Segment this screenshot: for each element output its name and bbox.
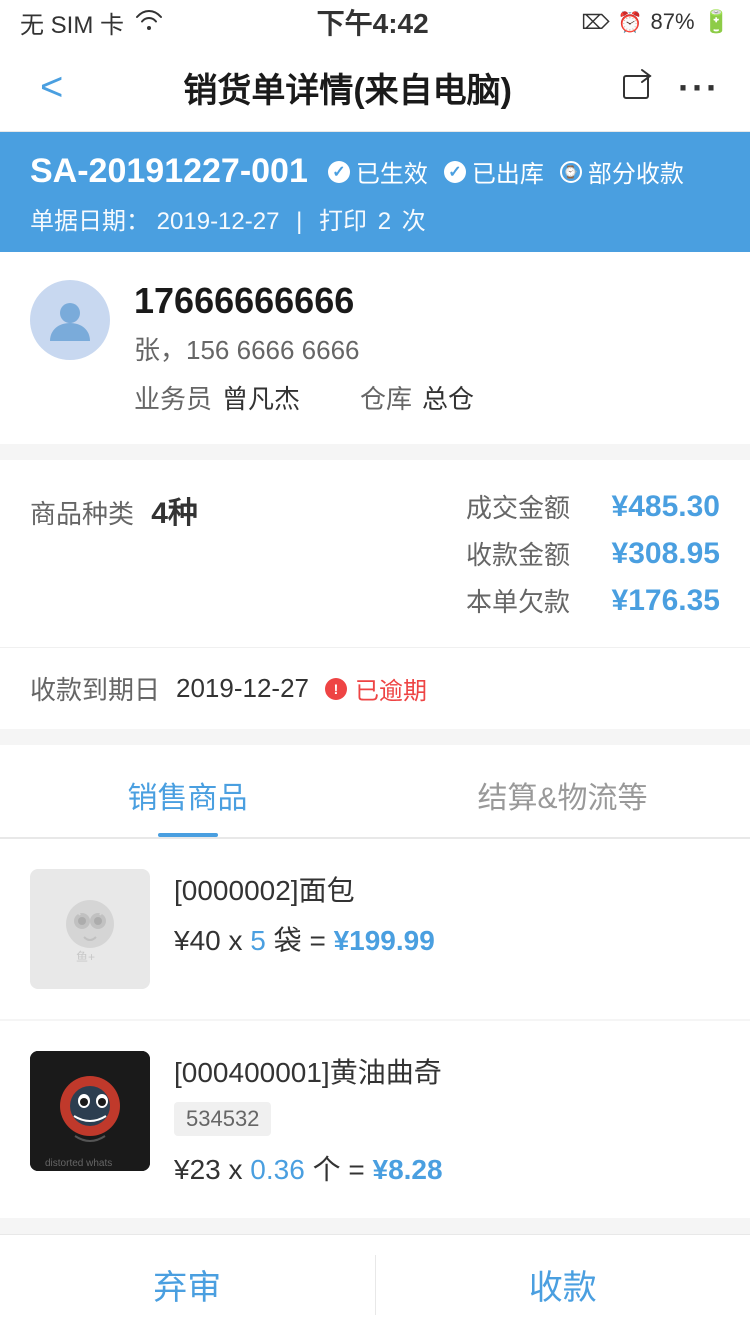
badge-shipped: 已出库 xyxy=(444,154,544,189)
product-thumbnail-2: distorted whats xyxy=(30,1051,150,1171)
svg-text:鱼+: 鱼+ xyxy=(76,950,95,964)
stats-category: 商品种类 4种 xyxy=(30,488,198,532)
list-item: distorted whats [000400001]黄油曲奇 534532 ¥… xyxy=(0,1021,750,1218)
receipt-amount: ¥308.95 xyxy=(590,537,720,571)
clock-icon: ⌚ xyxy=(560,161,582,183)
status-badges: 已生效 已出库 ⌚ 部分收款 xyxy=(328,154,684,189)
more-button[interactable]: ··· xyxy=(678,67,720,109)
back-button[interactable]: < xyxy=(30,65,73,110)
product-info-1: [0000002]面包 ¥40 x 5 袋 = ¥199.99 xyxy=(174,869,720,959)
battery-icon: 🔋 xyxy=(703,9,730,35)
receipt-amount-row: 收款金额 ¥308.95 xyxy=(466,535,720,572)
status-left: 无 SIM 卡 xyxy=(20,5,164,40)
product-thumbnail-1: 鱼+ xyxy=(30,869,150,989)
location-icon: ⌦ xyxy=(581,10,609,35)
sales-name: 曾凡杰 xyxy=(222,379,300,416)
battery-label: 87% xyxy=(651,9,695,35)
debt-amount: ¥176.35 xyxy=(590,584,720,618)
check-icon-2 xyxy=(444,161,466,183)
bottom-bar: 弃审 收款 xyxy=(0,1234,750,1334)
product-info-2: [000400001]黄油曲奇 534532 ¥23 x 0.36 个 = ¥8… xyxy=(174,1051,720,1188)
carrier-label: 无 SIM 卡 xyxy=(20,5,124,40)
product-name-2: [000400001]黄油曲奇 xyxy=(174,1051,720,1091)
customer-info: 17666666666 张，156 6666 6666 业务员 曾凡杰 仓库 总… xyxy=(134,280,720,416)
sales-person: 业务员 曾凡杰 xyxy=(134,379,300,416)
product-qty-2: 0.36 xyxy=(250,1154,305,1185)
svg-text:distorted whats: distorted whats xyxy=(45,1158,112,1169)
stats-amounts: 成交金额 ¥485.30 收款金额 ¥308.95 本单欠款 ¥176.35 xyxy=(466,488,720,619)
confirm-button[interactable]: 收款 xyxy=(376,1235,750,1334)
overdue-badge: ! 已逾期 xyxy=(325,671,427,706)
due-date-section: 收款到期日 2019-12-27 ! 已逾期 xyxy=(0,647,750,729)
nav-bar: < 销货单详情(来自电脑) ··· xyxy=(0,44,750,132)
tabs-container: 销售商品 结算&物流等 xyxy=(0,745,750,839)
product-sku-2: 534532 xyxy=(174,1102,271,1136)
debt-amount-row: 本单欠款 ¥176.35 xyxy=(466,582,720,619)
overdue-icon: ! xyxy=(325,678,347,700)
product-total-2: ¥8.28 xyxy=(373,1154,443,1185)
tab-products[interactable]: 销售商品 xyxy=(0,745,375,837)
wifi-icon xyxy=(134,8,164,37)
cancel-button[interactable]: 弃审 xyxy=(0,1235,375,1334)
product-price-2: ¥23 x 0.36 个 = ¥8.28 xyxy=(174,1148,720,1188)
warehouse-info: 仓库 总仓 xyxy=(360,379,474,416)
alarm-icon: ⏰ xyxy=(618,10,643,35)
badge-partial-payment: ⌚ 部分收款 xyxy=(560,154,684,189)
badge-effective: 已生效 xyxy=(328,154,428,189)
order-header: SA-20191227-001 已生效 已出库 ⌚ 部分收款 单据日期： 201… xyxy=(0,132,750,252)
product-total-1: ¥199.99 xyxy=(334,925,435,956)
avatar xyxy=(30,280,110,360)
share-button[interactable] xyxy=(622,68,654,108)
status-right: ⌦ ⏰ 87% 🔋 xyxy=(581,9,730,35)
tab-settlement[interactable]: 结算&物流等 xyxy=(375,745,750,837)
order-id-row: SA-20191227-001 已生效 已出库 ⌚ 部分收款 xyxy=(30,152,720,191)
status-bar: 无 SIM 卡 下午4:42 ⌦ ⏰ 87% 🔋 xyxy=(0,0,750,44)
nav-actions: ··· xyxy=(622,67,720,109)
product-qty-1: 5 xyxy=(250,925,266,956)
customer-meta: 业务员 曾凡杰 仓库 总仓 xyxy=(134,379,720,416)
product-name-1: [0000002]面包 xyxy=(174,869,720,909)
list-item: 鱼+ [0000002]面包 ¥40 x 5 袋 = ¥199.99 xyxy=(0,839,750,1019)
product-price-1: ¥40 x 5 袋 = ¥199.99 xyxy=(174,919,720,959)
warehouse-name: 总仓 xyxy=(422,379,474,416)
time-label: 下午4:42 xyxy=(317,2,429,42)
page-title: 销货单详情(来自电脑) xyxy=(183,63,512,112)
order-date-row: 单据日期： 2019-12-27 | 打印 2 次 xyxy=(30,201,720,236)
customer-section: 17666666666 张，156 6666 6666 业务员 曾凡杰 仓库 总… xyxy=(0,252,750,444)
check-icon-1 xyxy=(328,161,350,183)
order-id: SA-20191227-001 xyxy=(30,152,308,191)
customer-phone: 张，156 6666 6666 xyxy=(134,330,720,367)
deal-amount-row: 成交金额 ¥485.30 xyxy=(466,488,720,525)
stats-section: 商品种类 4种 成交金额 ¥485.30 收款金额 ¥308.95 本单欠款 ¥… xyxy=(0,460,750,647)
deal-amount: ¥485.30 xyxy=(590,490,720,524)
customer-name: 17666666666 xyxy=(134,280,720,322)
